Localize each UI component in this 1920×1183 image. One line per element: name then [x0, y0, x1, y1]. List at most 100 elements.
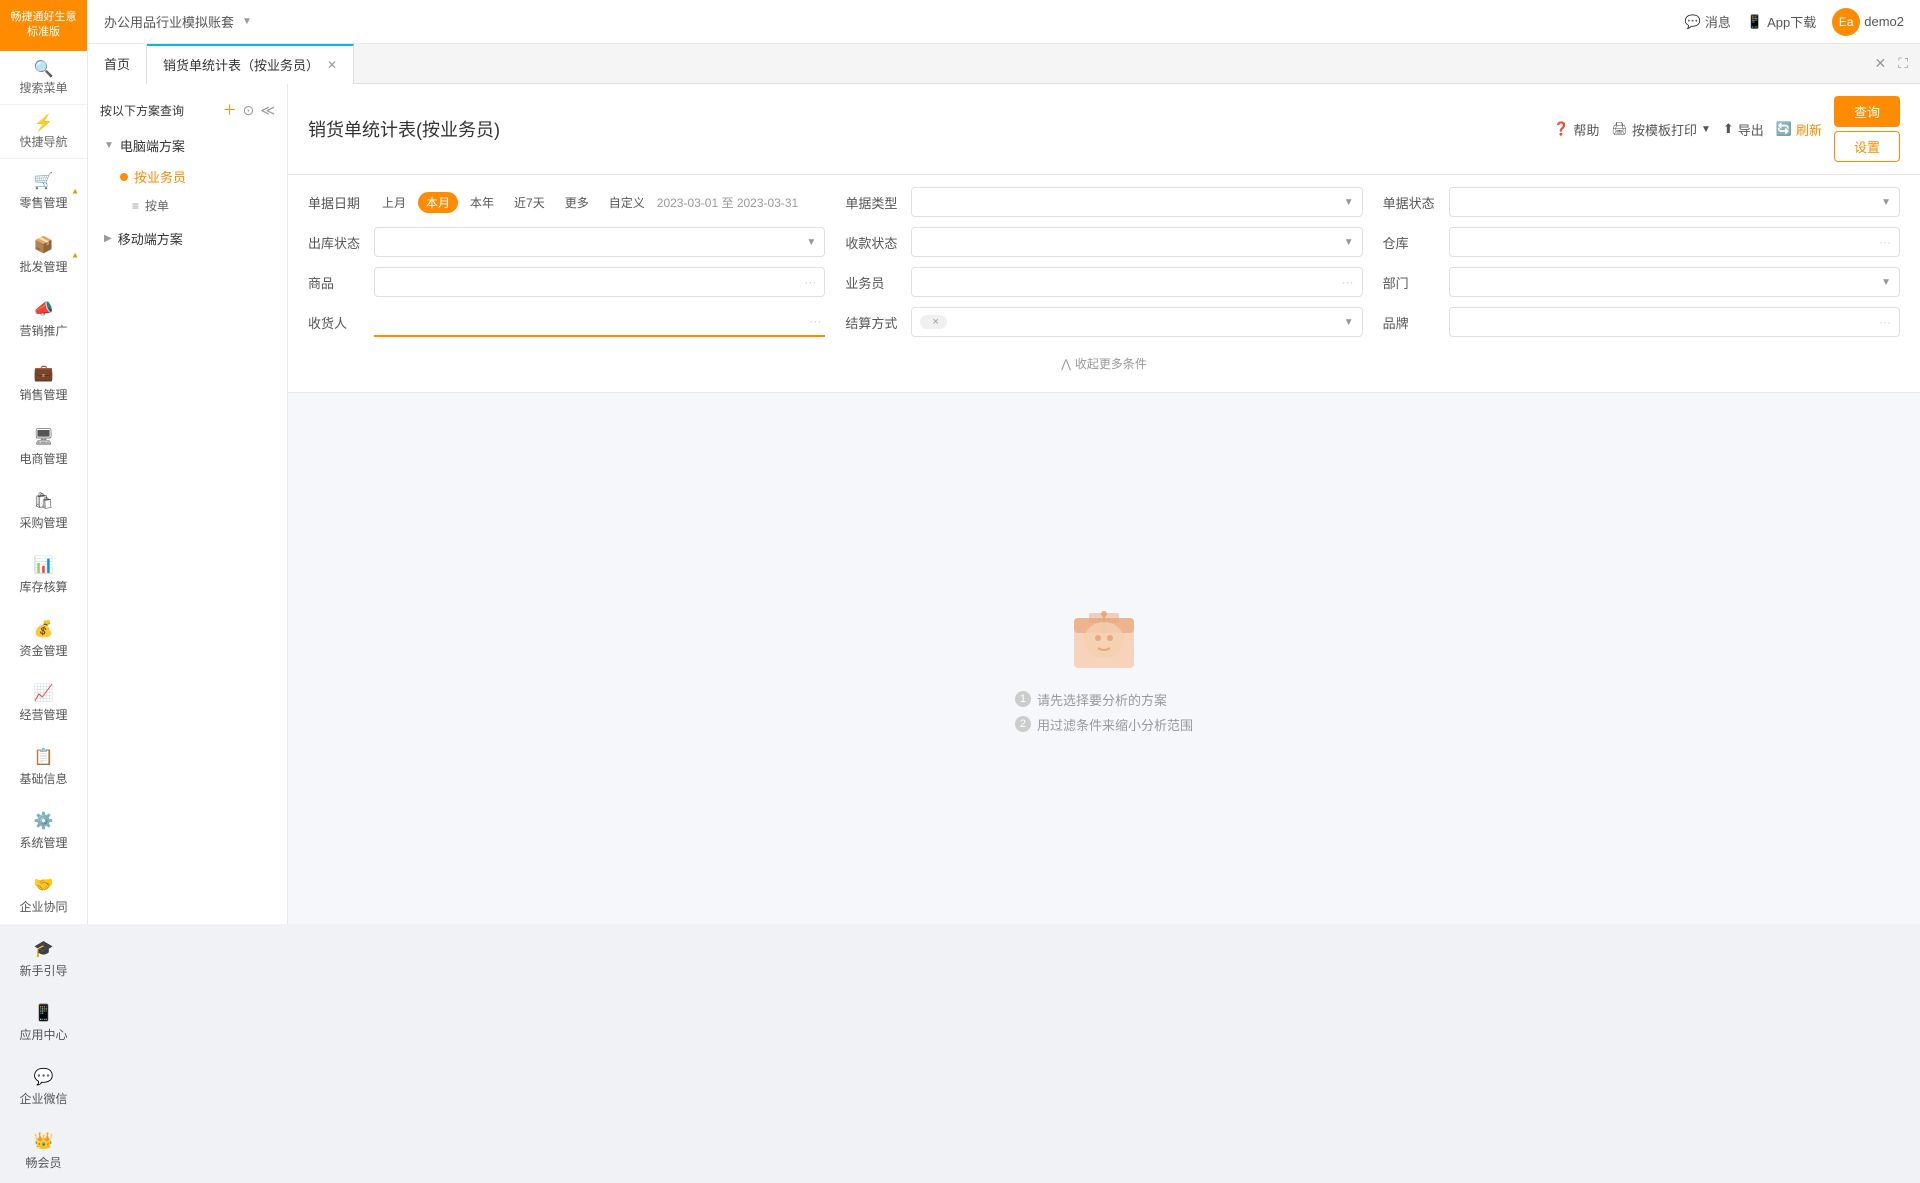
settle-method-select[interactable]: × ▼ [911, 307, 1362, 337]
warehouse-label: 仓库 [1383, 233, 1443, 252]
user-menu[interactable]: Ea demo2 [1832, 8, 1904, 36]
sidebar-quick-nav[interactable]: ⚡ 快捷导航 [0, 105, 87, 159]
sidebar-item-enterprise-wx[interactable]: 💬 企业微信 [0, 1055, 87, 1119]
sidebar-item-inventory[interactable]: 📊 库存核算 [0, 543, 87, 607]
mobile-scheme-group-header[interactable]: ▶ 移动端方案 [88, 223, 287, 254]
edit-scheme-button[interactable]: ⊙ [243, 102, 255, 119]
filter-row-4: 收货人 ··· 结算方式 × ▼ [308, 307, 1900, 337]
help-button[interactable]: ❓ 帮助 [1553, 120, 1599, 139]
date-tab-custom[interactable]: 自定义 [601, 192, 653, 213]
sidebar-item-purchase[interactable]: 🛍 采购管理 [0, 479, 87, 543]
app-center-icon: 📱 [34, 1003, 54, 1023]
receiver-input[interactable]: ··· [374, 307, 825, 337]
print-dropdown-icon: ▼ [1701, 124, 1711, 135]
doc-status-label: 单据状态 [1383, 193, 1443, 212]
department-label: 部门 [1383, 273, 1443, 292]
collapse-panel-button[interactable]: ≪ [260, 102, 275, 119]
sidebar-item-retail[interactable]: 🛒 零售管理 [0, 159, 87, 223]
sidebar-item-basic[interactable]: 📋 基础信息 [0, 735, 87, 799]
topbar: 办公用品行业模拟账套 ▼ 💬 消息 📱 App下载 Ea demo2 [88, 0, 1920, 44]
settle-method-label: 结算方式 [845, 313, 905, 332]
tip-text-2: 用过滤条件来缩小分析范围 [1037, 715, 1193, 734]
close-window-icon[interactable]: ✕ [1874, 55, 1886, 72]
settings-button[interactable]: 设置 [1834, 131, 1900, 162]
export-button[interactable]: ⬆ 导出 [1723, 120, 1764, 139]
doc-type-label: 单据类型 [845, 193, 905, 212]
receive-status-select[interactable]: ▼ [911, 227, 1362, 257]
date-tabs: 上月 本月 本年 近7天 更多 自定义 2023-03-01 至 2023-03… [374, 192, 798, 213]
page-title: 销货单统计表(按业务员) [308, 116, 500, 142]
basic-icon: 📋 [34, 747, 54, 767]
marketing-icon: 📣 [34, 299, 54, 319]
empty-tip-1: 1 请先选择要分析的方案 [1015, 690, 1193, 709]
retail-icon: 🛒 [34, 171, 54, 191]
sidebar-item-sales[interactable]: 💼 销售管理 [0, 351, 87, 415]
settle-method-clear-icon[interactable]: × [932, 316, 938, 328]
filter-row-2: 出库状态 ▼ 收款状态 ▼ 仓库 [308, 227, 1900, 257]
department-select[interactable]: ▼ [1449, 267, 1900, 297]
refresh-button[interactable]: 🔄 刷新 [1776, 120, 1822, 139]
sidebar-item-ecommerce[interactable]: 🖥 电商管理 [0, 415, 87, 479]
filter-doc-type-item: 单据类型 ▼ [845, 187, 1362, 217]
app-download-button[interactable]: 📱 App下载 [1747, 12, 1816, 31]
newbie-icon: 🎓 [34, 939, 54, 959]
date-tab-last-month[interactable]: 上月 [374, 192, 414, 213]
collapse-bar[interactable]: ⋀ 收起更多条件 [308, 347, 1900, 380]
page-header: 销货单统计表(按业务员) ❓ 帮助 🖨 按模板打印 ▼ ⬆ 导出 [288, 84, 1920, 175]
sidebar-item-newbie[interactable]: 🎓 新手引导 [0, 927, 87, 991]
help-icon: ❓ [1553, 121, 1569, 137]
add-scheme-button[interactable]: ＋ [223, 100, 237, 120]
industry-label: 办公用品行业模拟账套 [104, 12, 234, 31]
download-icon: 📱 [1747, 14, 1763, 30]
sidebar-item-marketing[interactable]: 📣 营销推广 [0, 287, 87, 351]
content: 按以下方案查询 ＋ ⊙ ≪ ▼ 电脑端方案 按业务员 ≡ [88, 84, 1920, 924]
warehouse-input[interactable]: ··· [1449, 227, 1900, 257]
sidebar-item-system[interactable]: ⚙️ 系统管理 [0, 799, 87, 863]
industry-dropdown[interactable]: ▼ [242, 16, 252, 27]
date-tab-this-year[interactable]: 本年 [462, 192, 502, 213]
scheme-item-salesman[interactable]: 按业务员 [88, 161, 287, 192]
date-tab-this-month[interactable]: 本月 [418, 192, 458, 213]
collapse-label: 收起更多条件 [1075, 355, 1147, 372]
tab-report[interactable]: 销货单统计表（按业务员） ✕ [147, 44, 354, 84]
sidebar-search[interactable]: 🔍 搜索菜单 [0, 51, 87, 105]
sidebar-logo[interactable]: 畅捷通好生意 标准版 [0, 0, 87, 51]
out-status-select[interactable]: ▼ [374, 227, 825, 257]
sidebar-item-wholesale[interactable]: 📦 批发管理 [0, 223, 87, 287]
product-input[interactable]: ··· [374, 267, 825, 297]
date-tab-7days[interactable]: 近7天 [506, 192, 553, 213]
query-button[interactable]: 查询 [1834, 96, 1900, 127]
maximize-icon[interactable]: ⛶ [1898, 55, 1908, 72]
scheme-sub-order[interactable]: ≡ 按单 [88, 192, 287, 219]
report-tab-label: 销货单统计表（按业务员） [163, 55, 319, 74]
sidebar-logo-subtext: 标准版 [5, 25, 82, 40]
tab-home[interactable]: 首页 [88, 44, 147, 84]
sidebar-item-member[interactable]: 👑 畅会员 [0, 1119, 87, 1183]
sidebar-item-operation[interactable]: 📈 经营管理 [0, 671, 87, 735]
wholesale-icon: 📦 [34, 235, 54, 255]
receive-status-arrow-icon: ▼ [1344, 237, 1354, 248]
salesman-label: 业务员 [845, 273, 905, 292]
date-tab-more[interactable]: 更多 [557, 192, 597, 213]
doc-type-select[interactable]: ▼ [911, 187, 1362, 217]
salesman-input[interactable]: ··· [911, 267, 1362, 297]
brand-input[interactable]: ··· [1449, 307, 1900, 337]
settle-method-tag: × [920, 315, 946, 329]
tab-close-icon[interactable]: ✕ [327, 58, 337, 72]
sidebar-item-finance[interactable]: 💰 资金管理 [0, 607, 87, 671]
mobile-scheme-group: ▶ 移动端方案 [88, 223, 287, 254]
doc-status-select[interactable]: ▼ [1449, 187, 1900, 217]
sidebar-item-enterprise[interactable]: 🤝 企业协同 [0, 863, 87, 927]
product-dots-icon: ··· [804, 275, 816, 289]
pc-scheme-group-header[interactable]: ▼ 电脑端方案 [88, 130, 287, 161]
sales-icon: 💼 [34, 363, 54, 383]
finance-icon: 💰 [34, 619, 54, 639]
filter-row-3: 商品 ··· 业务员 ··· 部门 [308, 267, 1900, 297]
message-button[interactable]: 💬 消息 [1685, 12, 1731, 31]
sidebar-item-app-center[interactable]: 📱 应用中心 [0, 991, 87, 1055]
receiver-dots-icon: ··· [809, 314, 821, 328]
print-button[interactable]: 🖨 按模板打印 ▼ [1611, 120, 1710, 139]
empty-tips: 1 请先选择要分析的方案 2 用过滤条件来缩小分析范围 [1015, 690, 1193, 740]
warehouse-dots-icon: ··· [1879, 235, 1891, 249]
sidebar: 畅捷通好生意 标准版 🔍 搜索菜单 ⚡ 快捷导航 🛒 零售管理 📦 批发管理 📣… [0, 0, 88, 924]
